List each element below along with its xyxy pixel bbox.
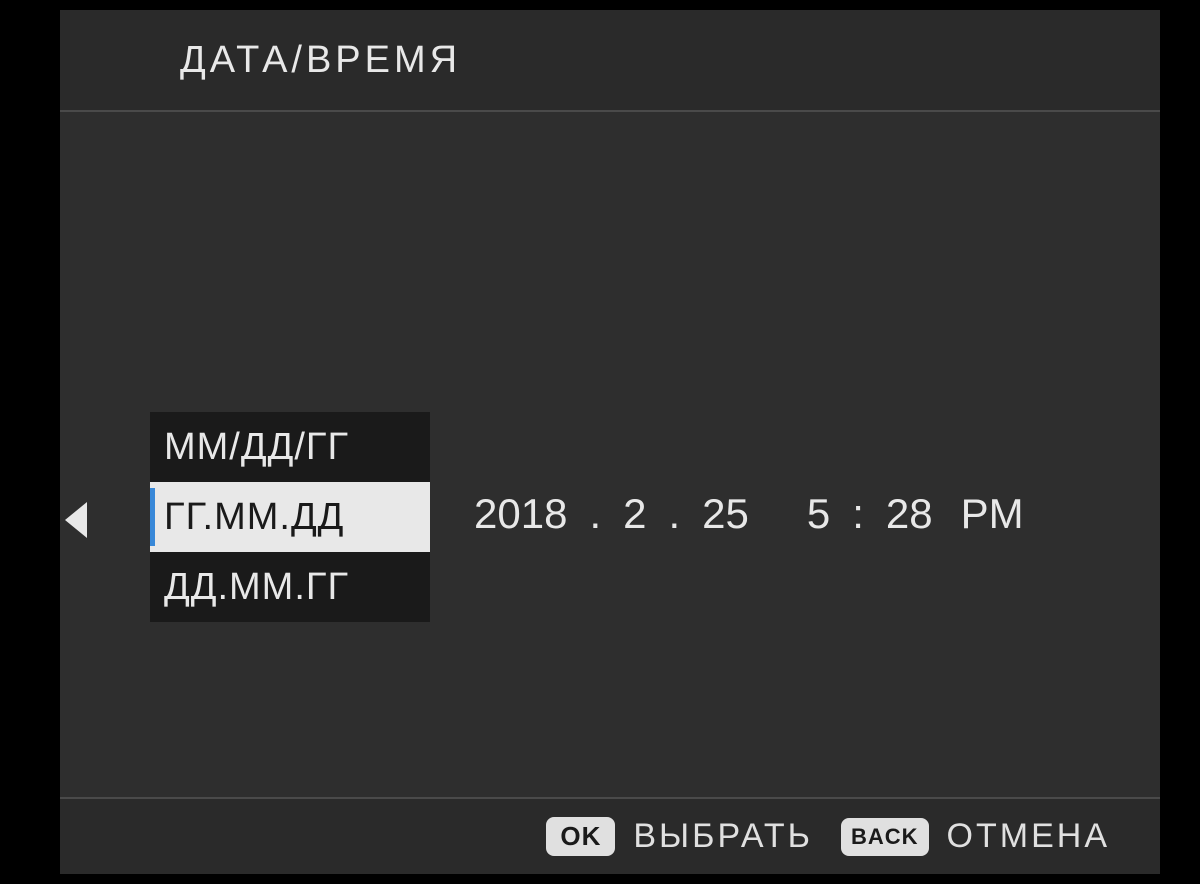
minute-field[interactable]: 28 <box>872 482 947 546</box>
back-label: ОТМЕНА <box>947 817 1110 856</box>
format-option-label: ДД.ММ.ГГ <box>164 566 349 609</box>
format-option-yymmdd[interactable]: ГГ.ММ.ДД <box>150 482 430 552</box>
format-option-ddmmyy[interactable]: ДД.ММ.ГГ <box>150 552 430 622</box>
format-option-label: ММ/ДД/ГГ <box>164 426 349 469</box>
month-field[interactable]: 2 <box>609 482 660 546</box>
format-option-label: ГГ.ММ.ДД <box>164 496 344 539</box>
date-format-picker[interactable]: ММ/ДД/ГГ ГГ.ММ.ДД ДД.ММ.ГГ <box>150 412 430 622</box>
datetime-display: 2018 . 2 . 25 5 : 28 PM <box>460 482 1038 546</box>
hour-field[interactable]: 5 <box>793 482 844 546</box>
back-action[interactable]: BACK ОТМЕНА <box>841 817 1110 856</box>
date-separator: . <box>660 490 688 538</box>
format-option-mmddyy[interactable]: ММ/ДД/ГГ <box>150 412 430 482</box>
content-area: ММ/ДД/ГГ ГГ.ММ.ДД ДД.ММ.ГГ 2018 . 2 . 25… <box>60 112 1160 797</box>
ok-badge: OK <box>546 817 615 856</box>
ampm-field[interactable]: PM <box>947 482 1038 546</box>
day-field[interactable]: 25 <box>688 482 763 546</box>
footer-bar: OK ВЫБРАТЬ BACK ОТМЕНА <box>60 799 1160 874</box>
selection-indicator <box>150 488 155 546</box>
back-badge: BACK <box>841 818 929 856</box>
ok-action[interactable]: OK ВЫБРАТЬ <box>546 817 813 856</box>
ok-label: ВЫБРАТЬ <box>633 817 813 856</box>
arrow-left-icon[interactable] <box>65 502 87 538</box>
camera-menu-screen: ДАТА/ВРЕМЯ ММ/ДД/ГГ ГГ.ММ.ДД ДД.ММ.ГГ 20… <box>60 10 1160 874</box>
year-field[interactable]: 2018 <box>460 482 581 546</box>
page-title: ДАТА/ВРЕМЯ <box>180 39 461 82</box>
time-separator: : <box>844 490 872 538</box>
title-bar: ДАТА/ВРЕМЯ <box>60 10 1160 110</box>
date-separator: . <box>581 490 609 538</box>
